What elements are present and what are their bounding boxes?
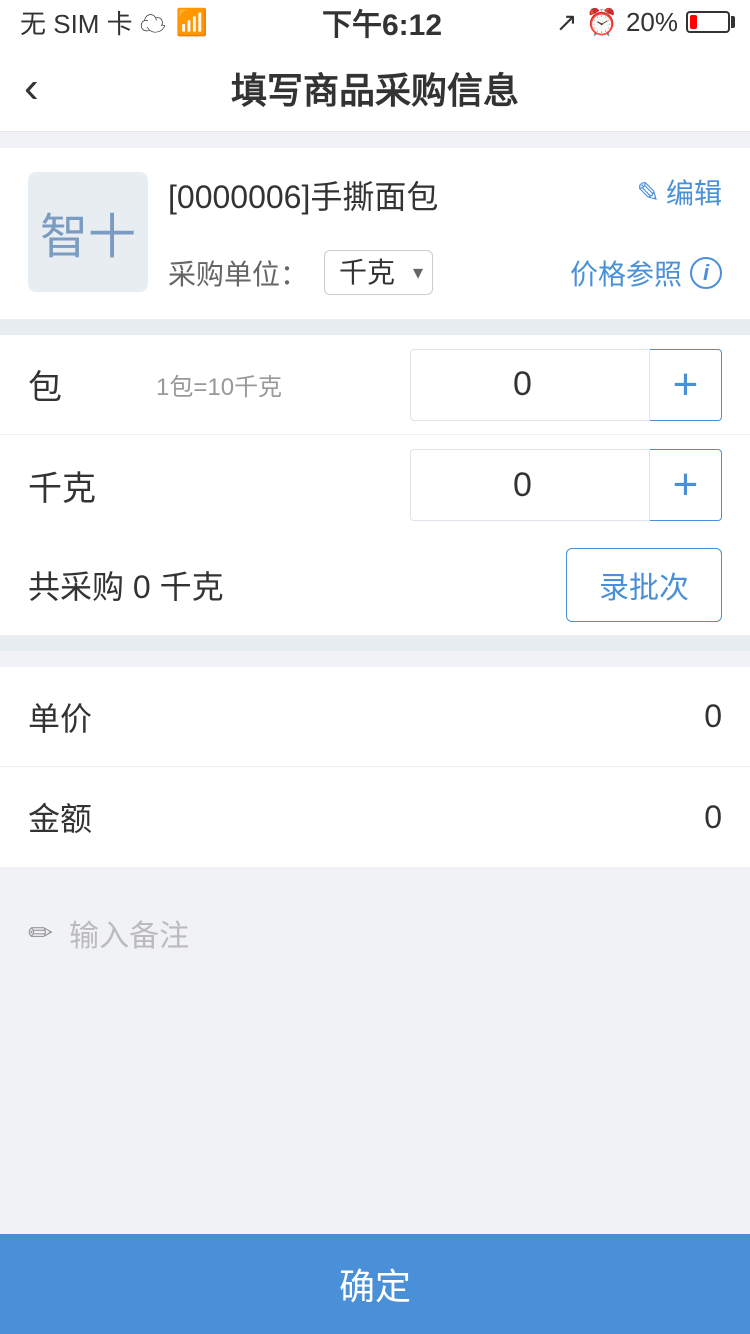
notes-section[interactable]: ✏ 输入备注 xyxy=(0,883,750,983)
product-image: 智十 xyxy=(28,172,148,292)
bag-label: 包 xyxy=(28,360,148,409)
kg-row: 千克 + xyxy=(0,435,750,535)
bag-sublabel: 1包=10千克 xyxy=(156,367,282,402)
unit-price-row: 单价 0 xyxy=(0,667,750,767)
confirm-label: 确定 xyxy=(339,1258,411,1310)
kg-input[interactable] xyxy=(410,449,650,521)
unit-price-value: 0 xyxy=(704,698,722,735)
batch-button[interactable]: 录批次 xyxy=(566,548,722,622)
product-top-row: [0000006]手撕面包 ✎ 编辑 xyxy=(168,172,722,234)
kg-plus-button[interactable]: + xyxy=(650,449,722,521)
status-time: 下午6:12 xyxy=(322,0,442,44)
amount-row: 金额 0 xyxy=(0,767,750,867)
section-divider-1 xyxy=(0,319,750,335)
sim-label: 无 SIM 卡 ☁ xyxy=(20,4,166,41)
unit-select-wrapper[interactable]: 千克 包 ▾ xyxy=(324,250,433,295)
total-row: 共采购 0 千克 录批次 xyxy=(0,535,750,635)
kg-input-right: + xyxy=(410,449,722,521)
pencil-icon: ✏ xyxy=(28,916,53,951)
unit-price-label: 单价 xyxy=(28,694,92,740)
back-button[interactable]: ‹ xyxy=(24,66,39,110)
edit-label: 编辑 xyxy=(666,172,722,212)
amount-value: 0 xyxy=(704,799,722,836)
total-label: 共采购 0 千克 xyxy=(28,562,224,608)
unit-select[interactable]: 千克 包 xyxy=(324,250,433,295)
location-icon: ↗ xyxy=(556,7,578,38)
unit-label: 采购单位： xyxy=(168,253,308,293)
bag-row: 包 1包=10千克 + xyxy=(0,335,750,435)
bag-input[interactable] xyxy=(410,349,650,421)
status-bar: 无 SIM 卡 ☁ 📶 下午6:12 ↗ ⏰ 20% xyxy=(0,0,750,44)
product-unit-row: 采购单位： 千克 包 ▾ 价格参照 i xyxy=(168,250,722,295)
section-divider-2 xyxy=(0,635,750,651)
product-logo: 智十 xyxy=(40,197,136,267)
status-left: 无 SIM 卡 ☁ 📶 xyxy=(20,4,208,41)
product-card: 智十 [0000006]手撕面包 ✎ 编辑 采购单位： 千克 包 ▾ xyxy=(0,148,750,319)
bag-plus-button[interactable]: + xyxy=(650,349,722,421)
price-section: 单价 0 金额 0 xyxy=(0,667,750,867)
bag-input-right: + xyxy=(410,349,722,421)
price-ref-button[interactable]: 价格参照 i xyxy=(570,253,722,293)
battery-icon xyxy=(686,11,730,33)
edit-icon: ✎ xyxy=(637,176,660,209)
amount-label: 金额 xyxy=(28,794,92,840)
product-info: [0000006]手撕面包 ✎ 编辑 采购单位： 千克 包 ▾ 价格参照 xyxy=(168,172,722,295)
wifi-icon: 📶 xyxy=(176,7,208,38)
alarm-icon: ⏰ xyxy=(586,7,618,38)
confirm-button[interactable]: 确定 xyxy=(0,1234,750,1334)
nav-bar: ‹ 填写商品采购信息 xyxy=(0,44,750,132)
product-name: [0000006]手撕面包 xyxy=(168,172,438,218)
info-icon: i xyxy=(690,257,722,289)
main-content: 智十 [0000006]手撕面包 ✎ 编辑 采购单位： 千克 包 ▾ xyxy=(0,148,750,1103)
status-right: ↗ ⏰ 20% xyxy=(556,7,730,38)
price-ref-label: 价格参照 xyxy=(570,253,682,293)
notes-placeholder: 输入备注 xyxy=(69,911,189,955)
edit-button[interactable]: ✎ 编辑 xyxy=(637,172,722,212)
quantity-section: 包 1包=10千克 + 千克 + xyxy=(0,335,750,535)
battery-percent: 20% xyxy=(626,7,678,38)
kg-label: 千克 xyxy=(28,461,148,510)
page-title: 填写商品采购信息 xyxy=(231,62,519,114)
